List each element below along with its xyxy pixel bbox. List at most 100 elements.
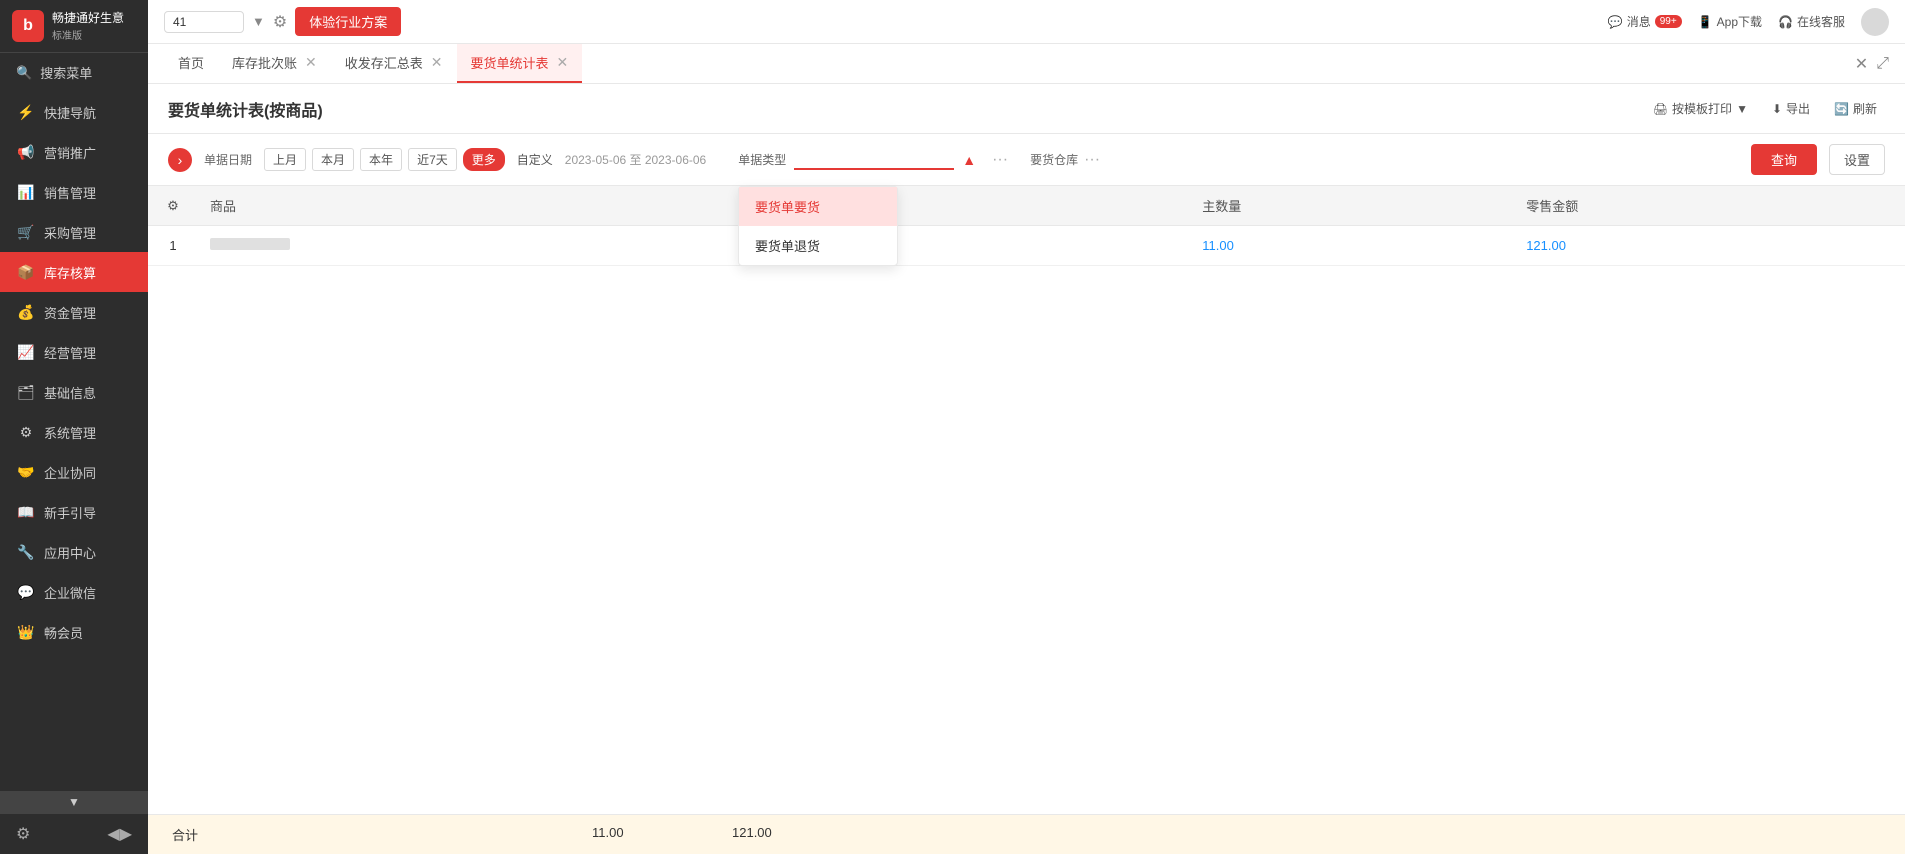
- query-btn[interactable]: 查询: [1751, 144, 1817, 175]
- inventory-icon: 📦: [16, 262, 36, 282]
- table-row: 1 块 11.00 121.00: [148, 226, 1905, 266]
- quicknav-icon: ⚡: [16, 102, 36, 122]
- refresh-btn[interactable]: 🔄 刷新: [1826, 96, 1885, 121]
- sidebar-search[interactable]: 🔍 搜索菜单: [0, 53, 148, 92]
- toggle-sidebar-icon[interactable]: ◀▶: [107, 824, 132, 844]
- dropdown-item-0[interactable]: 要货单要货: [739, 187, 897, 226]
- tab-actions: ✕ ⤢: [1855, 54, 1889, 74]
- app-logo-icon: b: [12, 10, 44, 42]
- sidebar-item-sales[interactable]: 📊 销售管理: [0, 172, 148, 212]
- print-btn[interactable]: 🖨 按模板打印 ▼: [1645, 96, 1756, 121]
- phone-icon: 📱: [1698, 15, 1713, 29]
- row-product: [198, 226, 733, 266]
- sidebar: b 畅捷通好生意 标准版 🔍 搜索菜单 ⚡ 快捷导航 📢 营销推广 📊 销售管理…: [0, 0, 148, 854]
- date-filter-label: 单据日期: [204, 151, 252, 168]
- app-brand-sub: 标准版: [52, 27, 124, 42]
- filter-expand-btn[interactable]: ›: [168, 148, 192, 172]
- col-quantity: 主数量: [1190, 186, 1514, 226]
- tab-receipt-summary[interactable]: 收发存汇总表 ✕: [331, 44, 457, 83]
- tab-inventory-batch[interactable]: 库存批次账 ✕: [218, 44, 331, 83]
- col-settings[interactable]: ⚙: [148, 186, 198, 226]
- topbar-settings-icon[interactable]: ⚙: [273, 12, 287, 32]
- data-table: ⚙ 商品 主计量单位 主数量 零售金额 1 块 11.00: [148, 186, 1905, 266]
- main-content: ▼ ⚙ 体验行业方案 💬 消息 99+ 📱 App下载 🎧 在线客服 首页: [148, 0, 1905, 854]
- breadcrumb-input[interactable]: [164, 11, 244, 33]
- page-actions: 🖨 按模板打印 ▼ ⬇ 导出 🔄 刷新: [1645, 96, 1885, 121]
- trial-btn[interactable]: 体验行业方案: [295, 7, 401, 36]
- expand-tab-btn[interactable]: ⤢: [1876, 55, 1889, 73]
- finance-icon: 💰: [16, 302, 36, 322]
- btn-custom[interactable]: 自定义: [517, 151, 553, 168]
- sidebar-scroll-down[interactable]: ▼: [0, 791, 148, 813]
- chevron-down-icon[interactable]: ▼: [252, 14, 265, 29]
- sidebar-item-system[interactable]: ⚙ 系统管理: [0, 412, 148, 452]
- sidebar-logo: b 畅捷通好生意 标准版: [0, 0, 148, 53]
- export-btn[interactable]: ⬇ 导出: [1764, 96, 1818, 121]
- topbar-left: ▼ ⚙ 体验行业方案: [164, 7, 1596, 36]
- print-chevron-icon: ▼: [1736, 102, 1748, 116]
- btn-7days[interactable]: 近7天: [408, 148, 457, 171]
- print-icon: 🖨: [1653, 102, 1668, 116]
- settings-bottom-icon[interactable]: ⚙: [16, 824, 30, 844]
- close-all-tabs-btn[interactable]: ✕: [1855, 54, 1868, 74]
- warehouse-more-icon[interactable]: ···: [1084, 151, 1100, 169]
- type-filter-input[interactable]: [794, 150, 954, 170]
- footer-label: 合计: [160, 825, 380, 844]
- sidebar-item-finance[interactable]: 💰 资金管理: [0, 292, 148, 332]
- sidebar-item-inventory[interactable]: 📦 库存核算: [0, 252, 148, 292]
- enterprise-icon: 🤝: [16, 462, 36, 482]
- table-container: ⚙ 商品 主计量单位 主数量 零售金额 1 块 11.00: [148, 186, 1905, 814]
- sales-icon: 📊: [16, 182, 36, 202]
- purchase-icon: 🛒: [16, 222, 36, 242]
- basic-info-icon: 🗂: [16, 382, 36, 402]
- tab-close-order-summary[interactable]: ✕: [557, 54, 569, 71]
- search-icon: 🔍: [16, 65, 32, 81]
- sidebar-item-management[interactable]: 📈 经营管理: [0, 332, 148, 372]
- footer-quantity: 11.00: [580, 825, 720, 844]
- online-service-btn[interactable]: 🎧 在线客服: [1778, 13, 1845, 30]
- tab-home[interactable]: 首页: [164, 44, 218, 83]
- row-quantity: 11.00: [1190, 226, 1514, 266]
- type-filter-label: 单据类型: [738, 151, 786, 168]
- date-range-display: 2023-05-06 至 2023-06-06: [565, 151, 706, 168]
- sidebar-nav: ⚡ 快捷导航 📢 营销推广 📊 销售管理 🛒 采购管理 📦 库存核算 💰 资金管…: [0, 92, 148, 791]
- marketing-icon: 📢: [16, 142, 36, 162]
- sidebar-item-basic-info[interactable]: 🗂 基础信息: [0, 372, 148, 412]
- type-dropdown: 要货单要货 要货单退货: [738, 186, 898, 266]
- topbar: ▼ ⚙ 体验行业方案 💬 消息 99+ 📱 App下载 🎧 在线客服: [148, 0, 1905, 44]
- set-btn[interactable]: 设置: [1829, 144, 1885, 175]
- filter-bar: › 单据日期 上月 本月 本年 近7天 更多 自定义 2023-05-06 至 …: [148, 134, 1905, 186]
- sidebar-item-guide[interactable]: 📖 新手引导: [0, 492, 148, 532]
- sidebar-item-purchase[interactable]: 🛒 采购管理: [0, 212, 148, 252]
- tab-bar: 首页 库存批次账 ✕ 收发存汇总表 ✕ 要货单统计表 ✕ ✕ ⤢: [148, 44, 1905, 84]
- btn-this-year[interactable]: 本年: [360, 148, 402, 171]
- tab-close-inventory-batch[interactable]: ✕: [305, 54, 317, 71]
- sidebar-item-member[interactable]: 👑 畅会员: [0, 612, 148, 652]
- member-icon: 👑: [16, 622, 36, 642]
- sidebar-item-quicknav[interactable]: ⚡ 快捷导航: [0, 92, 148, 132]
- message-badge: 99+: [1655, 15, 1682, 28]
- sidebar-item-marketing[interactable]: 📢 营销推广: [0, 132, 148, 172]
- user-avatar[interactable]: [1861, 8, 1889, 36]
- dropdown-item-1[interactable]: 要货单退货: [739, 226, 897, 265]
- message-btn[interactable]: 💬 消息 99+: [1608, 13, 1682, 30]
- btn-prev-month[interactable]: 上月: [264, 148, 306, 171]
- btn-more[interactable]: 更多: [463, 148, 505, 171]
- sidebar-item-wechat[interactable]: 💬 企业微信: [0, 572, 148, 612]
- app-brand: 畅捷通好生意: [52, 10, 124, 27]
- type-filter-more-icon[interactable]: ···: [992, 151, 1008, 169]
- filter-date-btns: 上月 本月 本年 近7天 更多: [264, 148, 505, 171]
- sidebar-item-enterprise[interactable]: 🤝 企业协同: [0, 452, 148, 492]
- btn-this-month[interactable]: 本月: [312, 148, 354, 171]
- table-footer: 合计 11.00 121.00: [148, 814, 1905, 854]
- row-index: 1: [148, 226, 198, 266]
- row-amount: 121.00: [1514, 226, 1905, 266]
- topbar-right: 💬 消息 99+ 📱 App下载 🎧 在线客服: [1608, 8, 1889, 36]
- sidebar-item-apps[interactable]: 🔧 应用中心: [0, 532, 148, 572]
- management-icon: 📈: [16, 342, 36, 362]
- type-filter-chevron-up[interactable]: ▲: [962, 152, 976, 168]
- col-amount: 零售金额: [1514, 186, 1905, 226]
- app-download-btn[interactable]: 📱 App下载: [1698, 13, 1762, 30]
- tab-order-summary[interactable]: 要货单统计表 ✕: [457, 44, 583, 83]
- tab-close-receipt-summary[interactable]: ✕: [431, 54, 443, 71]
